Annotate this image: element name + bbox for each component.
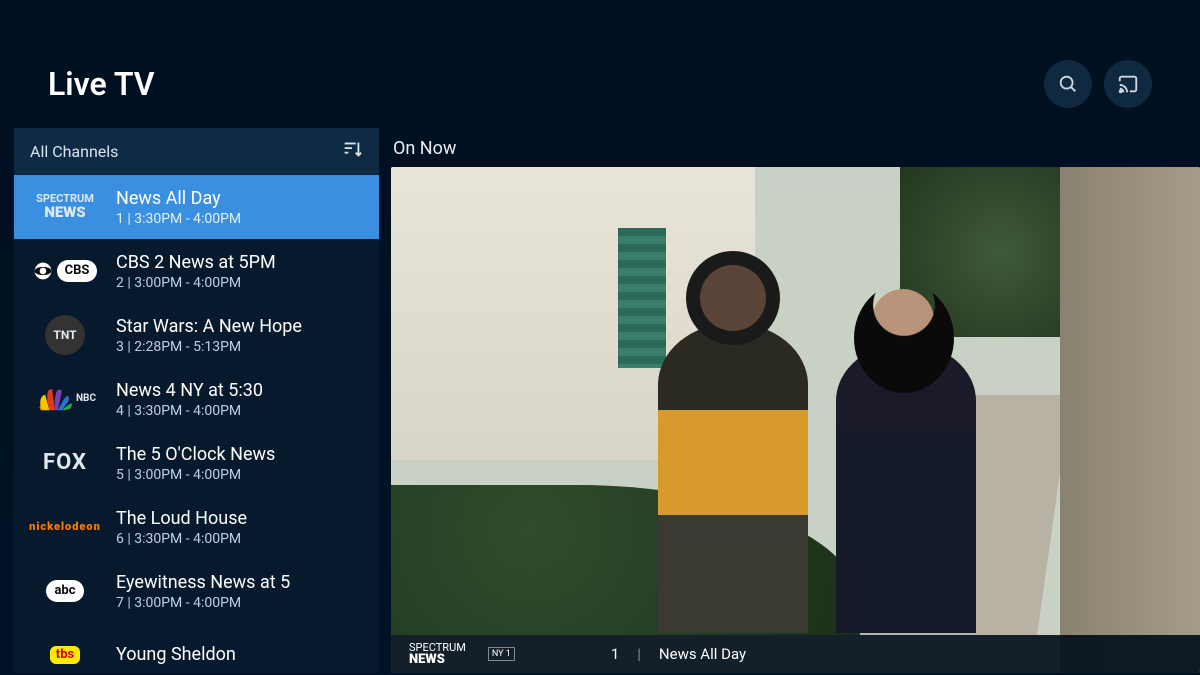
channel-sidebar: All Channels SPECTRUMNEWS News All Day 1…	[14, 128, 379, 673]
channel-filter[interactable]: All Channels	[14, 128, 379, 175]
spectrum-news-logo: SPECTRUMNEWS	[28, 185, 102, 229]
channel-item-tbs[interactable]: tbs Young Sheldon	[14, 623, 379, 673]
caption-network-logo: SPECTRUMNEWS	[409, 642, 466, 666]
channel-item-nbc[interactable]: NBC News 4 NY at 5:30 4 | 3:30PM - 4:00P…	[14, 367, 379, 431]
cast-button[interactable]	[1104, 60, 1152, 108]
caption-channel-number: 1	[611, 645, 619, 663]
on-now-label: On Now	[391, 128, 1200, 167]
caption-program-title: News All Day	[659, 645, 746, 663]
search-button[interactable]	[1044, 60, 1092, 108]
program-time: 3 | 2:28PM - 5:13PM	[116, 339, 302, 355]
caption-badge: NY 1	[488, 647, 515, 661]
sort-icon	[341, 138, 363, 164]
channel-item-cbs[interactable]: CBS CBS 2 News at 5PM 2 | 3:00PM - 4:00P…	[14, 239, 379, 303]
program-title: The 5 O'Clock News	[116, 444, 275, 465]
program-time: 1 | 3:30PM - 4:00PM	[116, 211, 241, 227]
channel-item-tnt[interactable]: TNT Star Wars: A New Hope 3 | 2:28PM - 5…	[14, 303, 379, 367]
program-title: CBS 2 News at 5PM	[116, 252, 276, 273]
program-time: 2 | 3:00PM - 4:00PM	[116, 275, 276, 291]
program-time: 5 | 3:00PM - 4:00PM	[116, 467, 275, 483]
channel-item-abc[interactable]: abc Eyewitness News at 5 7 | 3:00PM - 4:…	[14, 559, 379, 623]
filter-label: All Channels	[30, 142, 118, 161]
page-title: Live TV	[48, 65, 155, 103]
program-time: 7 | 3:00PM - 4:00PM	[116, 595, 290, 611]
caption-divider: |	[637, 645, 641, 663]
program-title: Eyewitness News at 5	[116, 572, 290, 593]
program-time: 6 | 3:30PM - 4:00PM	[116, 531, 247, 547]
channel-list: SPECTRUMNEWS News All Day 1 | 3:30PM - 4…	[14, 175, 379, 673]
video-caption-bar: SPECTRUMNEWS NY 1 1 | News All Day	[391, 635, 1200, 673]
channel-item-nickelodeon[interactable]: nickelodeon The Loud House 6 | 3:30PM - …	[14, 495, 379, 559]
fox-logo: FOX	[28, 441, 102, 485]
tbs-logo: tbs	[28, 633, 102, 673]
cbs-logo: CBS	[28, 249, 102, 293]
program-title: Young Sheldon	[116, 644, 236, 665]
abc-logo: abc	[28, 569, 102, 613]
channel-item-fox[interactable]: FOX The 5 O'Clock News 5 | 3:00PM - 4:00…	[14, 431, 379, 495]
nbc-logo: NBC	[28, 377, 102, 421]
channel-item-spectrum-news[interactable]: SPECTRUMNEWS News All Day 1 | 3:30PM - 4…	[14, 175, 379, 239]
program-time: 4 | 3:30PM - 4:00PM	[116, 403, 263, 419]
program-title: News 4 NY at 5:30	[116, 380, 263, 401]
program-title: The Loud House	[116, 508, 247, 529]
nickelodeon-logo: nickelodeon	[28, 505, 102, 549]
main-panel: On Now SPECTRUMNEWS NY	[379, 128, 1200, 673]
header-actions	[1044, 60, 1152, 108]
search-icon	[1057, 73, 1079, 95]
tnt-logo: TNT	[28, 313, 102, 357]
program-title: Star Wars: A New Hope	[116, 316, 302, 337]
cast-icon	[1117, 73, 1139, 95]
video-player[interactable]: SPECTRUMNEWS NY 1 1 | News All Day	[391, 167, 1200, 673]
video-thumbnail	[391, 167, 1200, 673]
program-title: News All Day	[116, 188, 241, 209]
